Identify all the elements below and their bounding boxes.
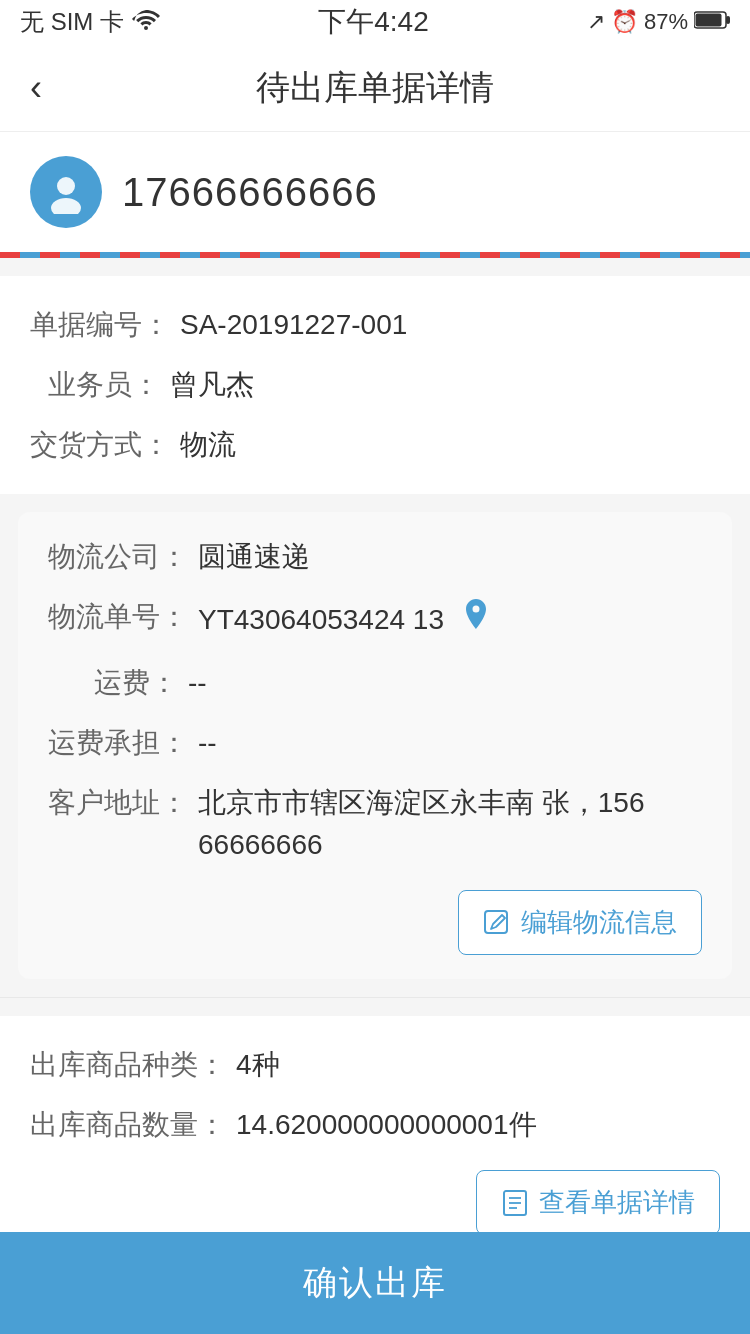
svg-point-3 <box>57 177 75 195</box>
status-bar: 无 SIM 卡 下午4:42 ↗ ⏰ 87% <box>0 0 750 44</box>
alarm-icon: ⏰ <box>611 9 638 35</box>
section-divider <box>0 997 750 998</box>
goods-quantity-label: 出库商品数量： <box>30 1104 226 1146</box>
customer-phone: 17666666666 <box>122 170 378 215</box>
edit-logistics-button[interactable]: 编辑物流信息 <box>458 890 702 955</box>
freight-row: 运费： -- <box>48 662 702 704</box>
goods-type-label: 出库商品种类： <box>30 1044 226 1086</box>
freight-label: 运费： <box>48 662 178 704</box>
company-label: 物流公司： <box>48 536 188 578</box>
customer-card: 17666666666 <box>0 132 750 252</box>
tracking-label: 物流单号： <box>48 596 188 638</box>
goods-quantity-value: 14.620000000000001件 <box>226 1104 720 1146</box>
status-left: 无 SIM 卡 <box>20 6 160 38</box>
doc-no-label: 单据编号： <box>30 304 170 346</box>
salesperson-value: 曾凡杰 <box>160 364 720 406</box>
company-value: 圆通速递 <box>188 536 702 578</box>
map-pin-icon[interactable] <box>458 596 494 644</box>
freight-bear-value: -- <box>188 722 702 764</box>
address-value: 北京市市辖区海淀区永丰南 张，156 66666666 <box>188 782 702 866</box>
location-status-icon: ↗ <box>587 9 605 35</box>
battery-icon <box>694 9 730 35</box>
avatar <box>30 156 102 228</box>
salesperson-row: 业务员： 曾凡杰 <box>30 364 720 406</box>
edit-icon <box>483 909 511 937</box>
freight-bear-row: 运费承担： -- <box>48 722 702 764</box>
svg-rect-1 <box>726 16 730 24</box>
confirm-btn-wrap: 确认出库 <box>0 1232 750 1334</box>
page-title: 待出库单据详情 <box>256 65 494 111</box>
salesperson-label: 业务员： <box>30 364 160 406</box>
delivery-row: 交货方式： 物流 <box>30 424 720 466</box>
battery-text: 87% <box>644 9 688 35</box>
dashed-divider <box>0 252 750 258</box>
carrier-text: 无 SIM 卡 <box>20 6 124 38</box>
confirm-button[interactable]: 确认出库 <box>303 1260 447 1306</box>
wifi-icon <box>132 8 160 36</box>
svg-point-4 <box>51 198 81 214</box>
address-row: 客户地址： 北京市市辖区海淀区永丰南 张，156 66666666 <box>48 782 702 866</box>
company-row: 物流公司： 圆通速递 <box>48 536 702 578</box>
doc-no-row: 单据编号： SA-20191227-001 <box>30 304 720 346</box>
tracking-row: 物流单号： YT43064053424 13 <box>48 596 702 644</box>
goods-type-row: 出库商品种类： 4种 <box>30 1044 720 1086</box>
svg-rect-2 <box>696 14 722 27</box>
nav-bar: ‹ 待出库单据详情 <box>0 44 750 132</box>
status-right: ↗ ⏰ 87% <box>587 9 730 35</box>
freight-bear-label: 运费承担： <box>48 722 188 764</box>
tracking-value: YT43064053424 13 <box>188 596 702 644</box>
goods-section: 出库商品种类： 4种 出库商品数量： 14.620000000000001件 查… <box>0 1016 750 1263</box>
document-icon <box>501 1189 529 1217</box>
view-detail-button[interactable]: 查看单据详情 <box>476 1170 720 1235</box>
logistics-card: 物流公司： 圆通速递 物流单号： YT43064053424 13 运费： --… <box>18 512 732 979</box>
doc-no-value: SA-20191227-001 <box>170 304 720 346</box>
goods-quantity-row: 出库商品数量： 14.620000000000001件 <box>30 1104 720 1146</box>
back-button[interactable]: ‹ <box>30 67 42 109</box>
view-detail-wrap: 查看单据详情 <box>30 1170 720 1235</box>
basic-info-section: 单据编号： SA-20191227-001 业务员： 曾凡杰 交货方式： 物流 <box>0 276 750 494</box>
edit-logistics-wrap: 编辑物流信息 <box>48 890 702 955</box>
delivery-value: 物流 <box>170 424 720 466</box>
status-time: 下午4:42 <box>318 3 429 41</box>
freight-value: -- <box>178 662 702 704</box>
delivery-label: 交货方式： <box>30 424 170 466</box>
address-label: 客户地址： <box>48 782 188 824</box>
goods-type-value: 4种 <box>226 1044 720 1086</box>
